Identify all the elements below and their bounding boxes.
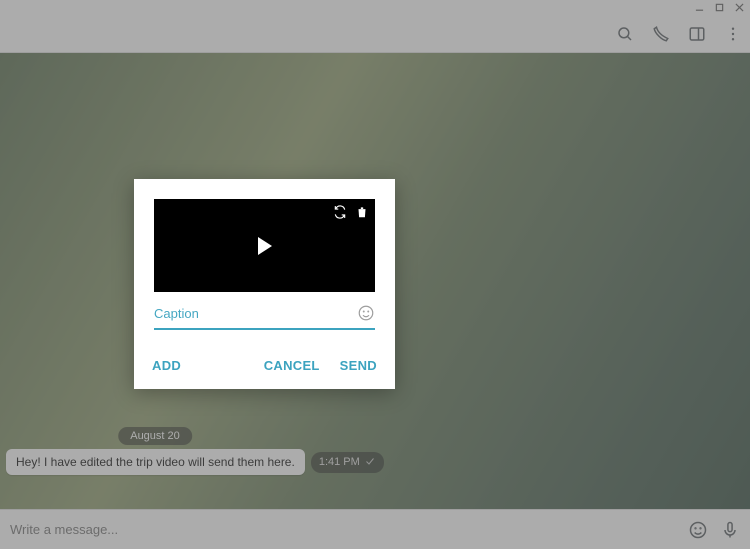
window-maximize-icon[interactable] [714, 3, 724, 13]
sidepanel-icon[interactable] [688, 25, 706, 43]
caption-row [154, 304, 375, 330]
message-row: Hey! I have edited the trip video will s… [6, 449, 384, 475]
call-icon[interactable] [652, 25, 670, 43]
message-meta: 1:41 PM [311, 452, 384, 473]
search-icon[interactable] [616, 25, 634, 43]
play-icon[interactable] [258, 237, 272, 255]
check-icon [364, 455, 376, 470]
message-input[interactable] [10, 522, 676, 537]
compose-bar [0, 509, 750, 549]
message-text: Hey! I have edited the trip video will s… [16, 455, 295, 469]
send-media-modal: ADD CANCEL SEND [134, 179, 395, 389]
window-close-icon[interactable] [734, 3, 744, 13]
more-vertical-icon[interactable] [724, 25, 742, 43]
caption-emoji-icon[interactable] [357, 304, 375, 322]
message-time: 1:41 PM [319, 456, 360, 468]
replace-media-icon[interactable] [333, 205, 347, 219]
window-minimize-icon[interactable] [694, 3, 704, 13]
date-badge: August 20 [118, 427, 192, 445]
cancel-button[interactable]: CANCEL [264, 358, 320, 373]
caption-input[interactable] [154, 306, 357, 321]
add-button[interactable]: ADD [152, 358, 181, 373]
message-bubble[interactable]: Hey! I have edited the trip video will s… [6, 449, 305, 475]
delete-media-icon[interactable] [355, 205, 369, 219]
microphone-icon[interactable] [720, 520, 740, 540]
emoji-icon[interactable] [688, 520, 708, 540]
modal-actions: ADD CANCEL SEND [134, 344, 395, 389]
video-thumbnail[interactable] [154, 199, 375, 292]
chat-header [0, 15, 750, 53]
send-button[interactable]: SEND [340, 358, 377, 373]
window-titlebar [0, 0, 750, 15]
